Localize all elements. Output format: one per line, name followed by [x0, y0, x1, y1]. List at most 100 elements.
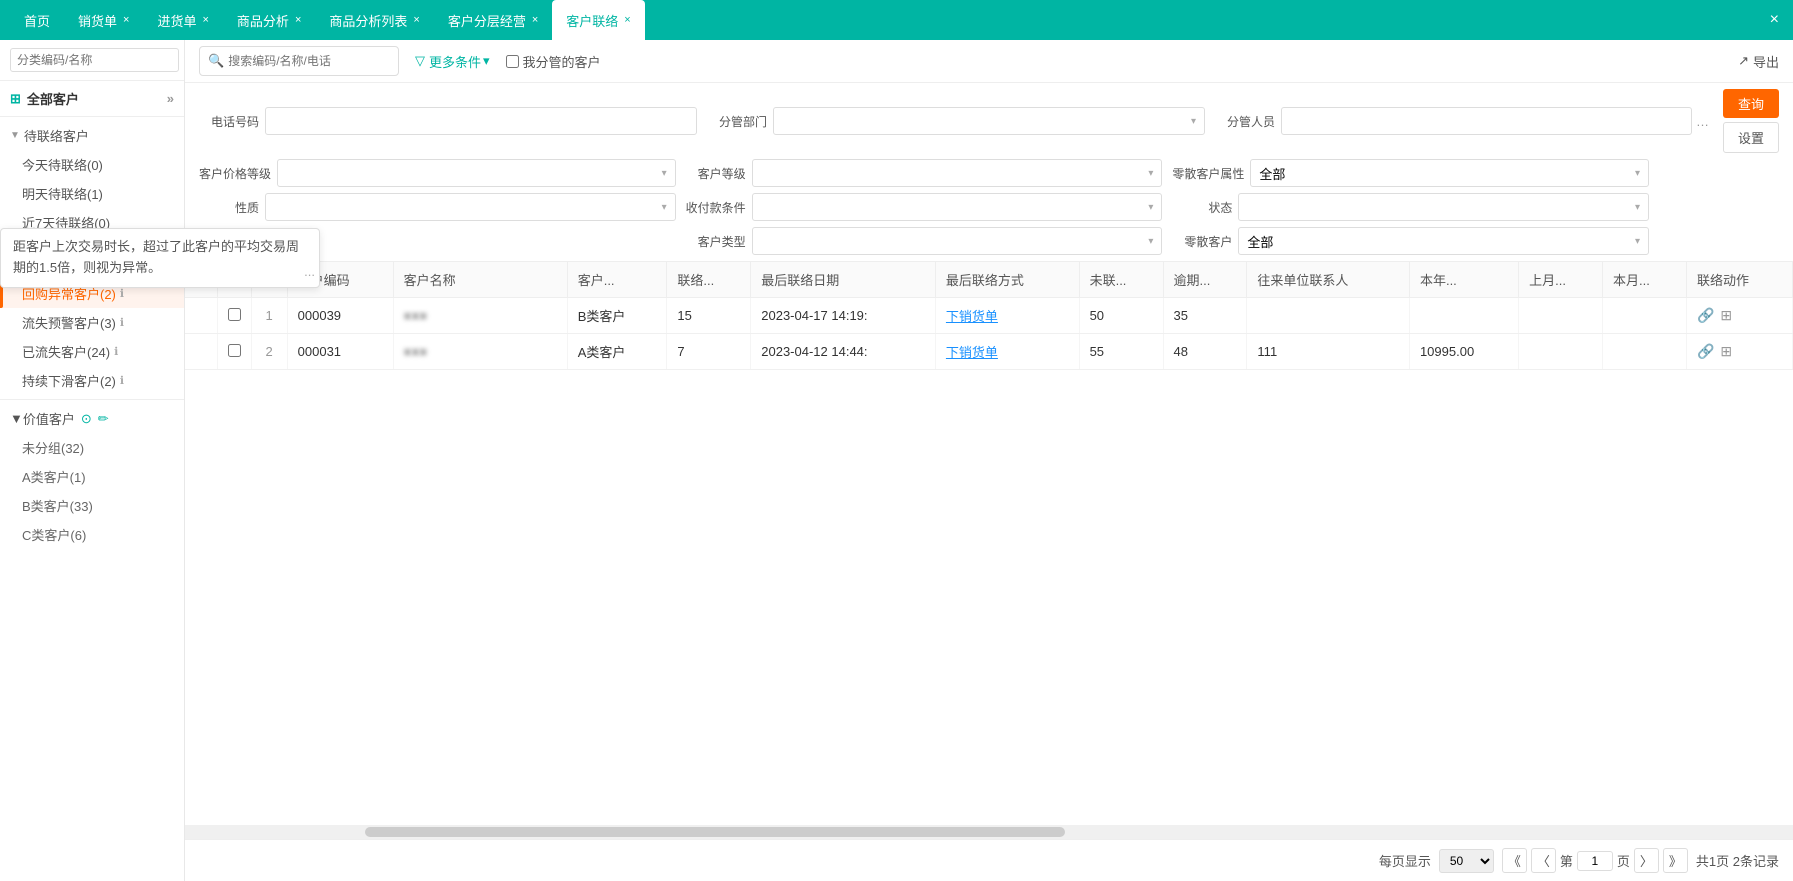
lost-info[interactable]: ℹ [114, 345, 118, 358]
setting-button[interactable]: 设置 [1723, 122, 1779, 153]
filter-cell-dept: 分管部门 ▾ [707, 107, 1205, 135]
phone-input[interactable] [265, 107, 697, 135]
nav-close-purchase[interactable]: × [202, 14, 208, 26]
retail-cust-select[interactable]: 全部 ▾ [1238, 227, 1649, 255]
horizontal-scrollbar[interactable] [185, 825, 1793, 839]
search-input[interactable] [228, 54, 390, 68]
cell-overdue: 48 [1163, 334, 1247, 370]
page-size-select[interactable]: 50 100 200 [1439, 849, 1494, 873]
nature-arrow: ▾ [662, 202, 667, 213]
prev-page-button[interactable]: 〈 [1531, 848, 1556, 873]
nav-close-customer-segment[interactable]: × [532, 14, 538, 26]
cell-this-month [1603, 334, 1687, 370]
filter-cell-cust-type: 客户类型 ▾ [686, 227, 1163, 255]
nav-item-product-list[interactable]: 商品分析列表 × [315, 0, 433, 40]
export-button[interactable]: ↗ 导出 [1738, 52, 1779, 71]
query-button[interactable]: 查询 [1723, 89, 1779, 118]
row-checkbox[interactable] [228, 308, 241, 321]
page-label: 第 [1560, 851, 1573, 870]
my-customers-checkbox[interactable]: 我分管的客户 [506, 52, 601, 71]
nav-close-product-list[interactable]: × [413, 14, 419, 26]
nav-item-sales[interactable]: 销货单 × [64, 0, 143, 40]
person-input[interactable] [1281, 107, 1692, 135]
cust-level-select[interactable]: ▾ [752, 159, 1163, 187]
chevron-down-icon: ▾ [483, 53, 490, 69]
cust-type-arrow: ▾ [1148, 236, 1153, 247]
nav-close-customer-contact[interactable]: × [624, 14, 630, 26]
action-grid-icon[interactable]: ⊞ [1720, 307, 1732, 324]
filter-more-button[interactable]: ▽ 更多条件 ▾ [415, 52, 490, 71]
first-page-button[interactable]: 《 [1502, 848, 1527, 873]
status-select[interactable]: ▾ [1238, 193, 1649, 221]
close-all-tabs[interactable]: × [1770, 11, 1779, 29]
cell-check[interactable] [217, 298, 251, 334]
nav-item-home[interactable]: 首页 [10, 0, 64, 40]
sidebar-value-customers-group[interactable]: ▼ 价值客户 ⊙ ✏ [0, 404, 184, 433]
sidebar-item-c-class[interactable]: C类客户(6) [0, 520, 184, 549]
sidebar-item-ungrouped[interactable]: 未分组(32) [0, 433, 184, 462]
nav-close-sales[interactable]: × [123, 14, 129, 26]
my-customers-checkbox-input[interactable] [506, 55, 519, 68]
next-page-button[interactable]: 〉 [1634, 848, 1659, 873]
action-link-icon[interactable]: 🔗 [1697, 307, 1714, 324]
retail-attr-select[interactable]: 全部 ▾ [1250, 159, 1649, 187]
sidebar-item-today[interactable]: 今天待联络(0) [0, 150, 184, 179]
person-ellipsis[interactable]: … [1692, 114, 1713, 129]
value-customers-label: 价值客户 [23, 409, 75, 428]
nav-item-customer-segment[interactable]: 客户分层经营 × [434, 0, 552, 40]
payment-select[interactable]: ▾ [752, 193, 1163, 221]
repurchase-anomaly-info[interactable]: ℹ [120, 287, 124, 300]
th-action: 联络动作 [1686, 262, 1792, 298]
page-number-input[interactable] [1577, 851, 1613, 871]
grid-icon: ⊞ [10, 91, 21, 107]
cell-last-contact-date: 2023-04-12 14:44: [751, 334, 936, 370]
price-level-select[interactable]: ▾ [277, 159, 676, 187]
cell-last-contact-method[interactable]: 下销货单 [935, 298, 1079, 334]
nav-item-purchase[interactable]: 进货单 × [143, 0, 222, 40]
cust-type-select[interactable]: ▾ [752, 227, 1163, 255]
retail-cust-arrow: ▾ [1635, 236, 1640, 247]
cell-this-year [1409, 298, 1518, 334]
action-link-icon[interactable]: 🔗 [1697, 343, 1714, 360]
declining-label: 持续下滑客户(2) [22, 371, 116, 390]
cell-gear [185, 298, 217, 334]
cell-name: ■■■ [393, 334, 567, 370]
declining-info[interactable]: ℹ [120, 374, 124, 387]
nature-select[interactable]: ▾ [265, 193, 676, 221]
cell-not-contacted: 50 [1079, 298, 1163, 334]
value-customers-config[interactable]: ✏ [98, 411, 109, 427]
sidebar-pending-label[interactable]: ▼ 待联络客户 [0, 121, 184, 150]
cell-overdue: 35 [1163, 298, 1247, 334]
dept-select[interactable]: ▾ [773, 107, 1205, 135]
sidebar-search-input[interactable] [10, 48, 179, 72]
sidebar-item-tomorrow[interactable]: 明天待联络(1) [0, 179, 184, 208]
filter-row-3: 性质 ▾ 收付款条件 ▾ 状态 [199, 193, 1779, 221]
action-grid-icon[interactable]: ⊞ [1720, 343, 1732, 360]
table-header-row: ⚙ 客户编码 客户名称 客户... 联络... 最后联络日期 最后联络方式 未联… [185, 262, 1793, 298]
th-overdue: 逾期... [1163, 262, 1247, 298]
cell-last-contact-method[interactable]: 下销货单 [935, 334, 1079, 370]
sidebar-item-b-class[interactable]: B类客户(33) [0, 491, 184, 520]
nav-item-customer-contact[interactable]: 客户联络 × [552, 0, 644, 40]
filter-row-4: … 客户类型 ▾ 零散客户 全部 ▾ [199, 227, 1779, 255]
nav-item-product-analysis[interactable]: 商品分析 × [223, 0, 315, 40]
cell-check[interactable] [217, 334, 251, 370]
sidebar-item-lost[interactable]: 已流失客户(24) ℹ [0, 337, 184, 366]
cust-level-label: 客户等级 [686, 165, 746, 182]
sidebar-collapse-button[interactable]: » [167, 91, 174, 106]
value-customers-edit[interactable]: ⊙ [81, 411, 92, 427]
sidebar-item-declining[interactable]: 持续下滑客户(2) ℹ [0, 366, 184, 395]
table-footer: 每页显示 50 100 200 《 〈 第 页 〉 》 共1页 2条记录 [185, 839, 1793, 881]
lost-pre-info[interactable]: ℹ [120, 316, 124, 329]
last-page-button[interactable]: 》 [1663, 848, 1688, 873]
scrollbar-thumb[interactable] [365, 827, 1065, 837]
row-checkbox[interactable] [228, 344, 241, 357]
sidebar-all-customers-header[interactable]: ⊞ 全部客户 » [0, 81, 184, 117]
nav-close-product-analysis[interactable]: × [295, 14, 301, 26]
sidebar-item-lost-pre[interactable]: 流失预警客户(3) ℹ [0, 308, 184, 337]
filter-cell-payment: 收付款条件 ▾ [686, 193, 1163, 221]
page-size-label: 每页显示 [1379, 851, 1431, 870]
sidebar-item-a-class[interactable]: A类客户(1) [0, 462, 184, 491]
cell-last-contact-date: 2023-04-17 14:19: [751, 298, 936, 334]
cell-no: 2 [251, 334, 287, 370]
